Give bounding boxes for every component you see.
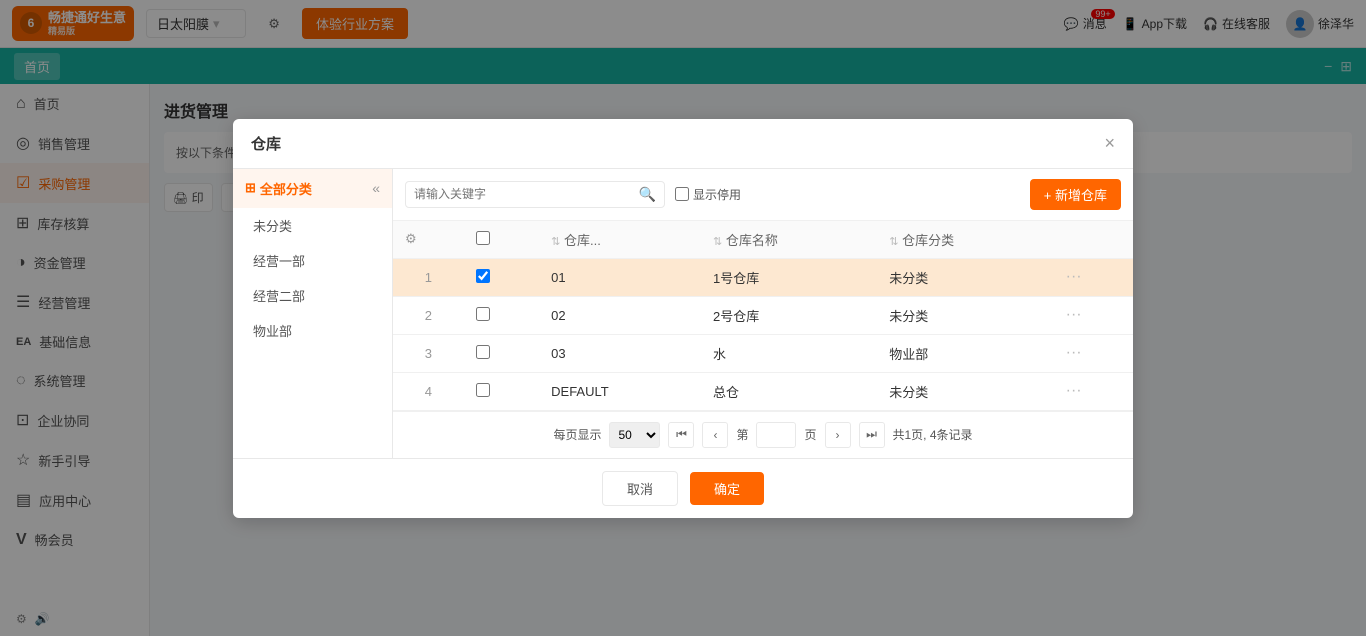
row-code: 02 [539, 296, 701, 334]
modal-toolbar: 🔍 显示停用 + 新增仓库 [393, 169, 1133, 221]
add-warehouse-button[interactable]: + 新增仓库 [1030, 179, 1121, 210]
collapse-icon[interactable]: « [372, 180, 380, 196]
row-more[interactable]: ··· [1054, 258, 1133, 296]
first-page-btn[interactable]: ⏮ [668, 422, 694, 448]
close-icon[interactable]: × [1104, 133, 1115, 154]
prev-page-btn[interactable]: ‹ [702, 422, 728, 448]
show-disabled-toggle[interactable]: 显示停用 [675, 186, 741, 203]
table-row[interactable]: 2 02 2号仓库 未分类 ··· [393, 296, 1133, 334]
last-page-btn[interactable]: ⏭ [859, 422, 885, 448]
row-name: 总仓 [701, 372, 877, 410]
row-checkbox[interactable] [464, 372, 539, 410]
col-name-header[interactable]: ⇅ 仓库名称 [701, 221, 877, 259]
row-num: 1 [393, 258, 464, 296]
row-checkbox[interactable] [464, 296, 539, 334]
col-category-header[interactable]: ⇅ 仓库分类 [877, 221, 1053, 259]
modal-pagination: 每页显示 50 20 100 ⏮ ‹ 第 1 页 › ⏭ 共1页, 4条记录 [393, 411, 1133, 458]
warehouse-table: ⚙ ⇅ 仓库... ⇅ 仓库名称 [393, 221, 1133, 411]
sort-icon-name: ⇅ [713, 236, 722, 248]
select-all-checkbox[interactable] [476, 231, 490, 245]
row-category: 未分类 [877, 296, 1053, 334]
row-name: 水 [701, 334, 877, 372]
modal-body: ⊞ 全部分类 « 未分类 经营一部 经营二部 物业部 [233, 169, 1133, 458]
modal-header: 仓库 × [233, 119, 1133, 169]
search-icon: 🔍 [639, 186, 656, 203]
warehouse-modal: 仓库 × ⊞ 全部分类 « 未分类 经营一部 [233, 119, 1133, 518]
total-label: 共1页, 4条记录 [893, 426, 973, 443]
search-input[interactable] [414, 187, 633, 201]
per-page-select[interactable]: 50 20 100 [609, 422, 660, 448]
row-code: 03 [539, 334, 701, 372]
cat-item-property[interactable]: 物业部 [233, 313, 392, 348]
row-name: 1号仓库 [701, 258, 877, 296]
modal-title: 仓库 [251, 133, 281, 154]
col-checkbox-header[interactable] [464, 221, 539, 259]
row-more[interactable]: ··· [1054, 334, 1133, 372]
cat-item-dept1[interactable]: 经营一部 [233, 243, 392, 278]
warehouse-table-wrapper: ⚙ ⇅ 仓库... ⇅ 仓库名称 [393, 221, 1133, 411]
show-disabled-checkbox[interactable] [675, 187, 689, 201]
row-more[interactable]: ··· [1054, 296, 1133, 334]
row-more[interactable]: ··· [1054, 372, 1133, 410]
table-header-row: ⚙ ⇅ 仓库... ⇅ 仓库名称 [393, 221, 1133, 259]
row-num: 2 [393, 296, 464, 334]
cat-item-dept2[interactable]: 经营二部 [233, 278, 392, 313]
table-row[interactable]: 4 DEFAULT 总仓 未分类 ··· [393, 372, 1133, 410]
modal-category-sidebar: ⊞ 全部分类 « 未分类 经营一部 经营二部 物业部 [233, 169, 393, 458]
page-unit: 页 [804, 426, 816, 443]
per-page-label: 每页显示 [553, 426, 601, 443]
page-label: 第 [736, 426, 748, 443]
table-row[interactable]: 3 03 水 物业部 ··· [393, 334, 1133, 372]
more-icon[interactable]: ··· [1066, 306, 1082, 323]
row-category: 未分类 [877, 372, 1053, 410]
modal-all-categories[interactable]: ⊞ 全部分类 « [233, 169, 392, 208]
sort-icon: ⇅ [551, 236, 560, 248]
table-row[interactable]: 1 01 1号仓库 未分类 ··· [393, 258, 1133, 296]
grid-icon: ⊞ [245, 180, 256, 196]
row-checkbox[interactable] [464, 334, 539, 372]
row-select-checkbox[interactable] [476, 345, 490, 359]
modal-overlay: 仓库 × ⊞ 全部分类 « 未分类 经营一部 [0, 0, 1366, 636]
row-select-checkbox[interactable] [476, 307, 490, 321]
cat-item-unclassified[interactable]: 未分类 [233, 208, 392, 243]
row-name: 2号仓库 [701, 296, 877, 334]
page-input[interactable]: 1 [756, 422, 796, 448]
more-icon[interactable]: ··· [1066, 344, 1082, 361]
modal-footer: 取消 确定 [233, 458, 1133, 518]
col-settings-header[interactable]: ⚙ [393, 221, 464, 259]
modal-table-area: 🔍 显示停用 + 新增仓库 ⚙ [393, 169, 1133, 458]
row-code: DEFAULT [539, 372, 701, 410]
sort-icon-cat: ⇅ [889, 236, 898, 248]
row-category: 物业部 [877, 334, 1053, 372]
cancel-button[interactable]: 取消 [602, 471, 678, 506]
all-categories-label: ⊞ 全部分类 [245, 179, 312, 198]
more-icon[interactable]: ··· [1066, 268, 1082, 285]
col-code-header[interactable]: ⇅ 仓库... [539, 221, 701, 259]
row-select-checkbox[interactable] [476, 269, 490, 283]
row-select-checkbox[interactable] [476, 383, 490, 397]
more-icon[interactable]: ··· [1066, 382, 1082, 399]
row-num: 4 [393, 372, 464, 410]
col-action-header [1054, 221, 1133, 259]
row-category: 未分类 [877, 258, 1053, 296]
search-wrapper: 🔍 [405, 181, 665, 208]
confirm-button[interactable]: 确定 [690, 472, 764, 505]
row-num: 3 [393, 334, 464, 372]
row-checkbox[interactable] [464, 258, 539, 296]
next-page-btn[interactable]: › [825, 422, 851, 448]
row-code: 01 [539, 258, 701, 296]
